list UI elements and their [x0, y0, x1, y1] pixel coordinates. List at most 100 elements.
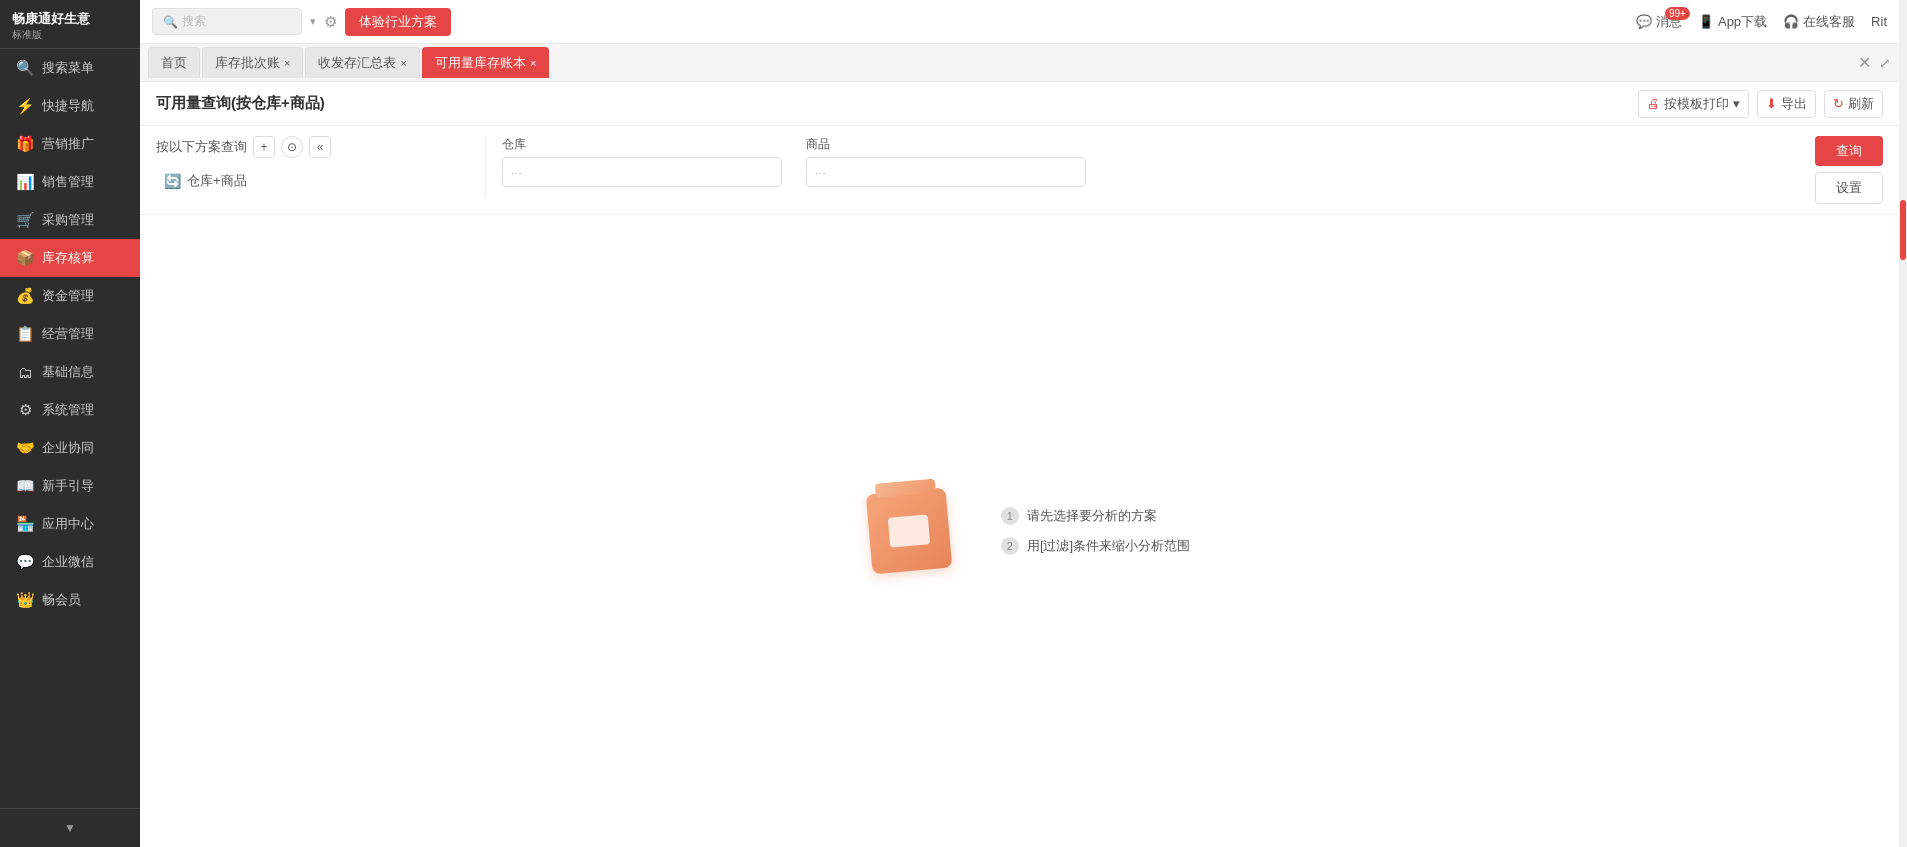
- warehouse-input[interactable]: ···: [502, 157, 782, 187]
- sidebar-item-system[interactable]: ⚙ 系统管理: [0, 391, 140, 429]
- sidebar-item-operations[interactable]: 📋 经营管理: [0, 315, 140, 353]
- refresh-button[interactable]: ↻ 刷新: [1824, 90, 1883, 118]
- sidebar-item-label: 快捷导航: [42, 97, 94, 115]
- sidebar-item-search[interactable]: 🔍 搜索菜单: [0, 49, 140, 87]
- sidebar-item-label: 销售管理: [42, 173, 94, 191]
- add-scheme-button[interactable]: +: [253, 136, 275, 158]
- page-header: 可用量查询(按仓库+商品) 🖨 按模板打印 ▾ ⬇ 导出 ↻ 刷新: [140, 82, 1899, 126]
- tab-close-all-icon[interactable]: ✕: [1858, 53, 1871, 72]
- trial-button[interactable]: 体验行业方案: [345, 8, 451, 36]
- sidebar-item-label: 系统管理: [42, 401, 94, 419]
- empty-hint-2: 2 用[过滤]条件来缩小分析范围: [1001, 537, 1190, 555]
- query-button[interactable]: 查询: [1815, 136, 1883, 166]
- sidebar-bottom: ▼: [0, 808, 140, 847]
- tab-available-label: 可用量库存账本: [435, 54, 526, 72]
- sidebar-item-purchase[interactable]: 🛒 采购管理: [0, 201, 140, 239]
- empty-hint-1: 1 请先选择要分析的方案: [1001, 507, 1190, 525]
- sidebar-scroll-down[interactable]: ▼: [12, 817, 128, 839]
- sidebar-item-apps[interactable]: 🏪 应用中心: [0, 505, 140, 543]
- newbie-icon: 📖: [16, 477, 34, 495]
- finance-icon: 💰: [16, 287, 34, 305]
- sidebar-item-label: 营销推广: [42, 135, 94, 153]
- export-button[interactable]: ⬇ 导出: [1757, 90, 1816, 118]
- operations-icon: 📋: [16, 325, 34, 343]
- collapse-panel-button[interactable]: «: [309, 136, 331, 158]
- sidebar-item-wechat[interactable]: 💬 企业微信: [0, 543, 140, 581]
- user-button[interactable]: Rit: [1871, 14, 1887, 29]
- tab-home-label: 首页: [161, 54, 187, 72]
- sales-icon: 📊: [16, 173, 34, 191]
- sidebar-item-shortcut[interactable]: ⚡ 快捷导航: [0, 87, 140, 125]
- sidebar-item-inventory[interactable]: 📦 库存核算: [0, 239, 140, 277]
- page-title: 可用量查询(按仓库+商品): [156, 94, 325, 113]
- tab-receive-close[interactable]: ×: [400, 57, 406, 69]
- tab-receive-label: 收发存汇总表: [318, 54, 396, 72]
- member-icon: 👑: [16, 591, 34, 609]
- sidebar-item-label: 应用中心: [42, 515, 94, 533]
- sidebar-item-label: 企业协同: [42, 439, 94, 457]
- gear-icon[interactable]: ⚙: [324, 13, 337, 31]
- scheme-item-warehouse-goods[interactable]: 🔄 仓库+商品: [156, 166, 473, 196]
- sidebar-item-finance[interactable]: 💰 资金管理: [0, 277, 140, 315]
- sidebar-item-enterprise[interactable]: 🤝 企业协同: [0, 429, 140, 467]
- hint-num-1: 1: [1001, 507, 1019, 525]
- topbar-chevron-icon[interactable]: ▾: [310, 15, 316, 28]
- sidebar-item-newbie[interactable]: 📖 新手引导: [0, 467, 140, 505]
- mobile-icon: 📱: [1698, 14, 1714, 29]
- tab-available-ledger[interactable]: 可用量库存账本 ×: [422, 47, 549, 78]
- sidebar: 畅康通好生意 标准版 🔍 搜索菜单 ⚡ 快捷导航 🎁 营销推广 📊 销售管理 🛒…: [0, 0, 140, 847]
- query-row: 按以下方案查询 + ⊙ « 🔄 仓库+商品 仓库 ···: [156, 136, 1883, 204]
- apps-icon: 🏪: [16, 515, 34, 533]
- tabs-bar: 首页 库存批次账 × 收发存汇总表 × 可用量库存账本 × ✕ ⤢: [140, 44, 1899, 82]
- print-chevron-icon: ▾: [1733, 96, 1740, 111]
- app-download-button[interactable]: 📱 App下载: [1698, 13, 1767, 31]
- customer-service-button[interactable]: 🎧 在线客服: [1783, 13, 1855, 31]
- goods-input[interactable]: ···: [806, 157, 1086, 187]
- purchase-icon: 🛒: [16, 211, 34, 229]
- enterprise-icon: 🤝: [16, 439, 34, 457]
- setting-button[interactable]: 设置: [1815, 172, 1883, 204]
- marketing-icon: 🎁: [16, 135, 34, 153]
- tab-batch-close[interactable]: ×: [284, 57, 290, 69]
- scheme-panel: 按以下方案查询 + ⊙ « 🔄 仓库+商品: [156, 136, 486, 196]
- goods-label: 商品: [806, 136, 1086, 153]
- chevron-down-icon: ▼: [64, 821, 76, 835]
- tab-home[interactable]: 首页: [148, 47, 200, 78]
- sidebar-item-basic[interactable]: 🗂 基础信息: [0, 353, 140, 391]
- tab-expand-icon[interactable]: ⤢: [1879, 55, 1891, 71]
- scheme-header-label: 按以下方案查询: [156, 138, 247, 156]
- tab-available-close[interactable]: ×: [530, 57, 536, 69]
- warehouse-label: 仓库: [502, 136, 782, 153]
- goods-input-placeholder: ···: [815, 165, 826, 180]
- tab-batch-label: 库存批次账: [215, 54, 280, 72]
- topbar-search[interactable]: 🔍 搜索: [152, 8, 302, 35]
- hint-num-2: 2: [1001, 537, 1019, 555]
- warehouse-input-placeholder: ···: [511, 165, 522, 180]
- topbar-right: 💬 消息 99+ 📱 App下载 🎧 在线客服 Rit: [1636, 13, 1887, 31]
- tab-receive-summary[interactable]: 收发存汇总表 ×: [305, 47, 419, 78]
- export-icon: ⬇: [1766, 96, 1777, 111]
- print-button[interactable]: 🖨 按模板打印 ▾: [1638, 90, 1749, 118]
- tab-batch-account[interactable]: 库存批次账 ×: [202, 47, 303, 78]
- query-fields: 仓库 ··· 商品 ···: [486, 136, 1799, 187]
- sidebar-item-label: 经营管理: [42, 325, 94, 343]
- scheme-settings-button[interactable]: ⊙: [281, 136, 303, 158]
- headset-icon: 🎧: [1783, 14, 1799, 29]
- refresh-icon: ↻: [1833, 96, 1844, 111]
- sidebar-item-member[interactable]: 👑 畅会员: [0, 581, 140, 619]
- topbar: 🔍 搜索 ▾ ⚙ 体验行业方案 💬 消息 99+ 📱 App下载 🎧 在线客服 …: [140, 0, 1899, 44]
- scheme-item-label: 仓库+商品: [187, 172, 247, 190]
- message-icon: 💬: [1636, 14, 1652, 29]
- sidebar-item-marketing[interactable]: 🎁 营销推广: [0, 125, 140, 163]
- search-icon: 🔍: [163, 15, 178, 29]
- sidebar-item-label: 畅会员: [42, 591, 81, 609]
- query-action-buttons: 查询 设置: [1799, 136, 1883, 204]
- sidebar-item-sales[interactable]: 📊 销售管理: [0, 163, 140, 201]
- empty-illustration: [849, 471, 969, 591]
- message-button[interactable]: 💬 消息 99+: [1636, 13, 1682, 31]
- right-scrollbar[interactable]: [1899, 0, 1907, 847]
- sidebar-logo-title: 畅康通好生意: [12, 10, 128, 28]
- scheme-icon: 🔄: [164, 173, 181, 189]
- main-content: 🔍 搜索 ▾ ⚙ 体验行业方案 💬 消息 99+ 📱 App下载 🎧 在线客服 …: [140, 0, 1899, 847]
- right-scrollbar-thumb: [1900, 200, 1906, 260]
